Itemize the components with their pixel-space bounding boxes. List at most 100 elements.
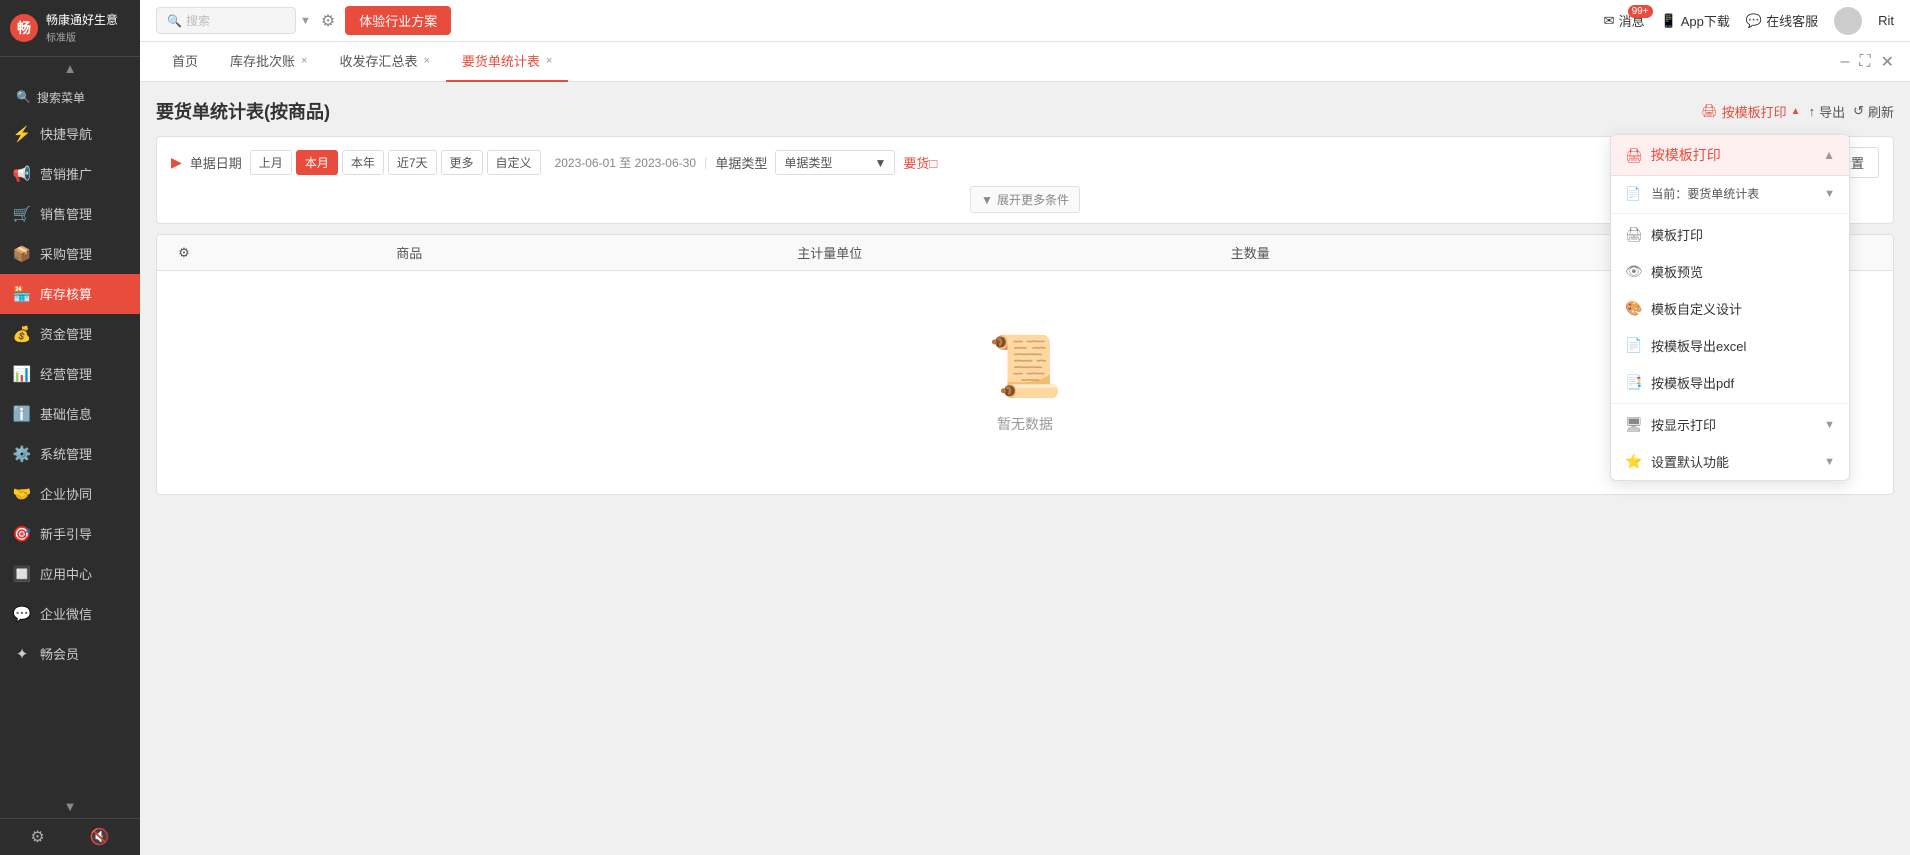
sidebar-item-collab[interactable]: 🤝 企业协同 (0, 474, 140, 514)
sidebar-item-system[interactable]: ⚙️ 系统管理 (0, 434, 140, 474)
dropdown-template-design[interactable]: 🎨 模板自定义设计 (1611, 290, 1849, 327)
date-filter-label: 单据日期 (190, 153, 242, 172)
sidebar-search-item[interactable]: 🔍 搜索菜单 (0, 81, 140, 114)
col-settings[interactable]: ⚙ (169, 245, 199, 261)
sidebar-item-label: 应用中心 (40, 564, 92, 583)
base-icon: ℹ️ (12, 404, 32, 424)
export-pdf-icon: 📑 (1625, 374, 1641, 391)
topbar-app-download[interactable]: 📱 App下载 (1661, 11, 1730, 30)
sidebar-item-operations[interactable]: 📊 经营管理 (0, 354, 140, 394)
sidebar-nav: ⚡ 快捷导航 📢 营销推广 🛒 销售管理 📦 采购管理 🏪 库存核算 💰 资金管… (0, 114, 140, 794)
footer-settings-icon[interactable]: ⚙ (30, 827, 44, 847)
page-title: 要货单统计表(按商品) (156, 98, 330, 124)
default-func-chevron-icon: ▼ (1824, 456, 1835, 468)
finance-icon: 💰 (12, 324, 32, 344)
export-icon: ↑ (1809, 104, 1816, 119)
operations-icon: 📊 (12, 364, 32, 384)
dropdown-export-excel[interactable]: 📄 按模板导出excel (1611, 327, 1849, 364)
window-minimize-icon[interactable]: – (1840, 53, 1849, 71)
main-area: 🔍 搜索 ▼ ⚙ 体验行业方案 ✉ 消息 99+ 📱 App下载 💬 在线客服 … (140, 0, 1910, 855)
message-badge: 99+ (1628, 5, 1653, 18)
window-close-icon[interactable]: ✕ (1881, 52, 1894, 72)
sidebar-item-label: 新手引导 (40, 524, 92, 543)
export-label: 导出 (1819, 102, 1845, 121)
sidebar-item-finance[interactable]: 💰 资金管理 (0, 314, 140, 354)
trial-button[interactable]: 体验行业方案 (345, 6, 451, 35)
tab-inventory-batch-close[interactable]: × (301, 55, 307, 67)
sidebar-item-quick-nav[interactable]: ⚡ 快捷导航 (0, 114, 140, 154)
type-select[interactable]: 单据类型 ▼ (775, 150, 895, 175)
user-avatar[interactable] (1834, 7, 1862, 35)
dropdown-print-icon: 🖨 (1625, 147, 1643, 164)
date-7days[interactable]: 近7天 (388, 150, 437, 175)
date-last-month[interactable]: 上月 (250, 150, 292, 175)
tab-home[interactable]: 首页 (156, 42, 214, 82)
dropdown-display-print[interactable]: 🖥 按显示打印 ▼ (1611, 406, 1849, 443)
tab-receipt-summary[interactable]: 收发存汇总表 × (323, 42, 445, 82)
appstore-icon: 🔲 (12, 564, 32, 584)
sidebar-item-purchase[interactable]: 📦 采购管理 (0, 234, 140, 274)
topbar-service[interactable]: 💬 在线客服 (1746, 11, 1818, 30)
vip-icon: ✦ (12, 644, 32, 664)
sidebar-item-label: 基础信息 (40, 404, 92, 423)
topbar-search[interactable]: 🔍 搜索 (156, 7, 296, 34)
tab-receipt-summary-close[interactable]: × (423, 55, 429, 67)
app-name: 畅康通好生意 (46, 12, 118, 29)
sidebar-item-guide[interactable]: 🎯 新手引导 (0, 514, 140, 554)
template-design-label: 模板自定义设计 (1651, 299, 1742, 318)
refresh-button[interactable]: ↺ 刷新 (1853, 102, 1894, 121)
topbar-message[interactable]: ✉ 消息 99+ (1604, 11, 1645, 30)
dropdown-up-icon[interactable]: ▲ (1823, 148, 1835, 162)
sidebar-item-base[interactable]: ℹ️ 基础信息 (0, 394, 140, 434)
tab-order-stats-close[interactable]: × (546, 55, 552, 67)
sidebar-item-label: 畅会员 (40, 644, 79, 663)
dropdown-default-func[interactable]: ⭐ 设置默认功能 ▼ (1611, 443, 1849, 480)
sidebar-scroll-down[interactable]: ▼ (0, 794, 140, 818)
dropdown-export-pdf[interactable]: 📑 按模板导出pdf (1611, 364, 1849, 401)
printer-icon: 🖨 (1701, 103, 1718, 119)
date-more[interactable]: 更多 (441, 150, 483, 175)
sidebar-item-inventory[interactable]: 🏪 库存核算 (0, 274, 140, 314)
window-expand-icon[interactable]: ⛶ (1859, 53, 1870, 71)
sidebar-item-label: 系统管理 (40, 444, 92, 463)
type-filter-label: 单据类型 (715, 153, 767, 172)
sidebar-scroll-up[interactable]: ▲ (0, 57, 140, 81)
export-button[interactable]: ↑ 导出 (1809, 102, 1846, 121)
date-this-year[interactable]: 本年 (342, 150, 384, 175)
expand-conditions-button[interactable]: ▼ 展开更多条件 (970, 186, 1080, 213)
quick-nav-icon: ⚡ (12, 124, 32, 144)
export-pdf-label: 按模板导出pdf (1651, 373, 1734, 392)
dropdown-title: 按模板打印 (1651, 145, 1721, 165)
print-label: 按模板打印 (1722, 102, 1787, 121)
sidebar-item-vip[interactable]: ✦ 畅会员 (0, 634, 140, 674)
page-actions: 🖨 按模板打印 ▲ ↑ 导出 ↺ 刷新 (1701, 102, 1894, 121)
page-header: 要货单统计表(按商品) 🖨 按模板打印 ▲ ↑ 导出 ↺ 刷新 (156, 98, 1894, 124)
dropdown-title-block: 🖨 按模板打印 (1625, 145, 1721, 165)
dropdown-template-preview[interactable]: 👁 模板预览 (1611, 253, 1849, 290)
dropdown-template-print[interactable]: 🖨 模板打印 (1611, 216, 1849, 253)
topbar-gear-icon[interactable]: ⚙ (321, 11, 335, 31)
sidebar-item-wechat[interactable]: 💬 企业微信 (0, 594, 140, 634)
date-custom[interactable]: 自定义 (487, 150, 541, 175)
date-current-month[interactable]: 本月 (296, 150, 338, 175)
sidebar-item-appstore[interactable]: 🔲 应用中心 (0, 554, 140, 594)
sidebar-item-sales[interactable]: 🛒 销售管理 (0, 194, 140, 234)
type-select-value: 单据类型 (784, 154, 832, 171)
purchase-icon: 📦 (12, 244, 32, 264)
dropdown-current-item[interactable]: 📄 当前：要货单统计表 ▼ (1611, 176, 1849, 211)
tab-bar: 首页 库存批次账 × 收发存汇总表 × 要货单统计表 × – ⛶ ✕ (140, 42, 1910, 82)
tab-home-label: 首页 (172, 51, 198, 70)
empty-illustration: 📜 (988, 331, 1063, 402)
column-settings-icon[interactable]: ⚙ (178, 245, 190, 260)
print-template-button[interactable]: 🖨 按模板打印 ▲ (1701, 102, 1800, 121)
sidebar-item-label: 企业协同 (40, 484, 92, 503)
footer-sound-icon[interactable]: 🔇 (90, 827, 110, 847)
service-label: 在线客服 (1766, 11, 1818, 30)
tab-order-stats[interactable]: 要货单统计表 × (446, 42, 568, 82)
topbar-search-text: 搜索 (186, 12, 210, 29)
collab-icon: 🤝 (12, 484, 32, 504)
sidebar-item-marketing[interactable]: 📢 营销推广 (0, 154, 140, 194)
tab-inventory-batch[interactable]: 库存批次账 × (214, 42, 323, 82)
topbar-chevron-icon[interactable]: ▼ (300, 15, 311, 27)
filter-arrow-icon[interactable]: ▶ (171, 154, 182, 171)
